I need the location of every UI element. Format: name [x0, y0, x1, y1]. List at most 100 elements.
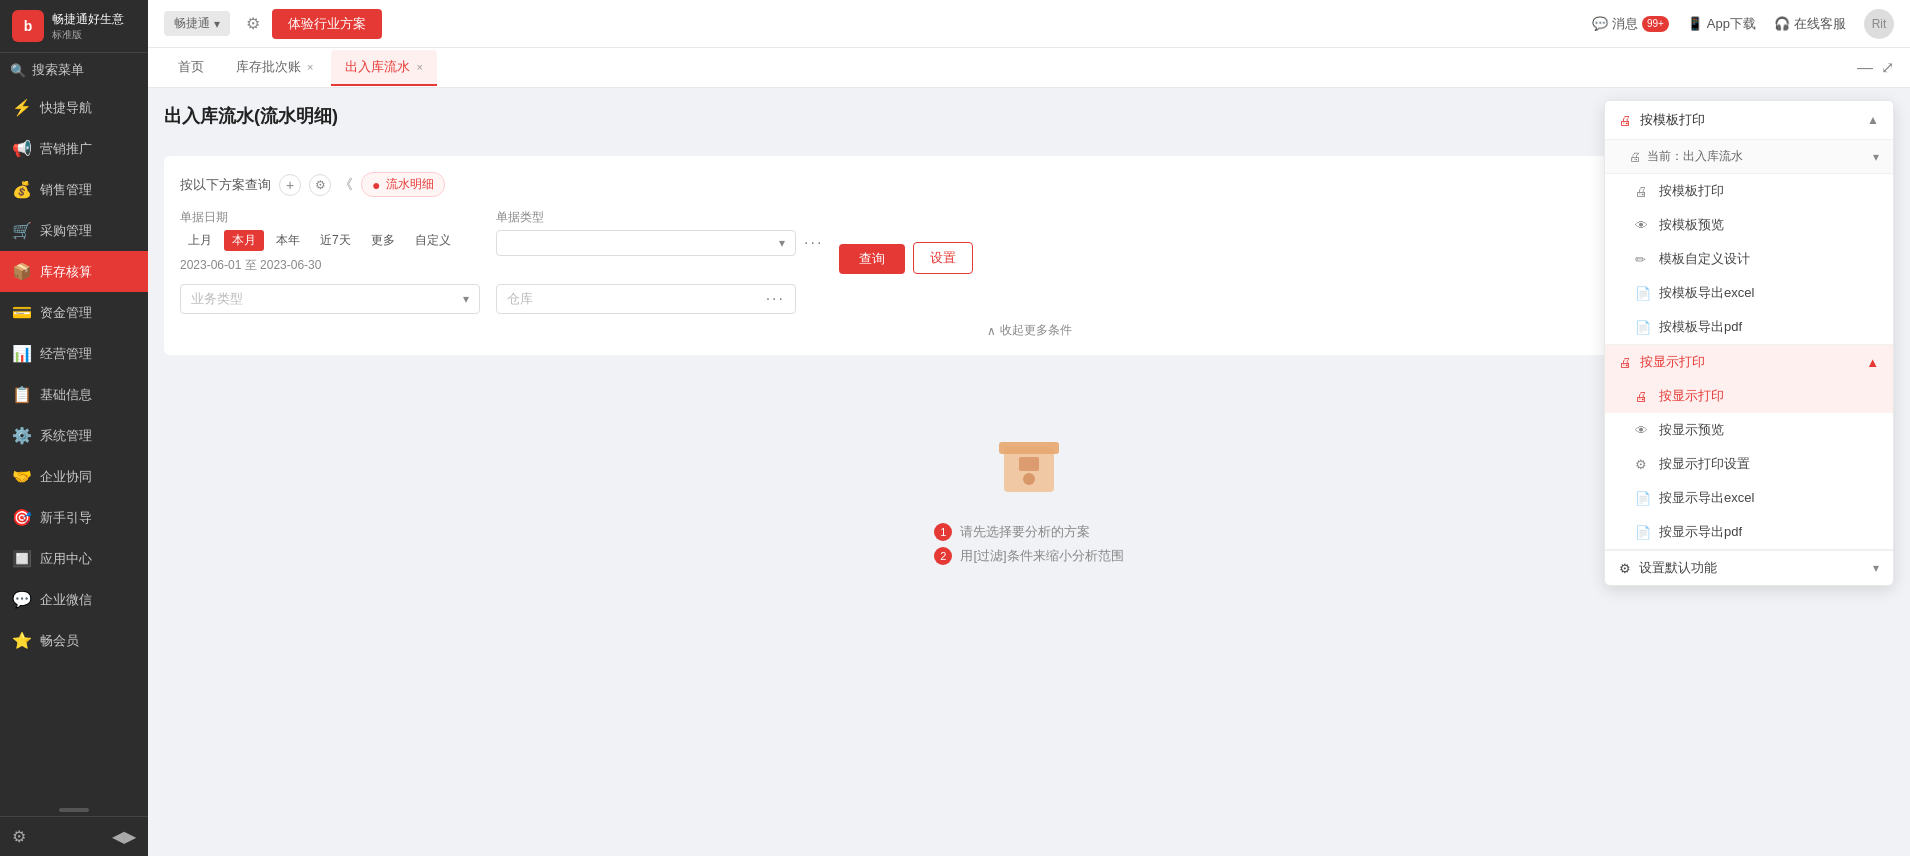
operations-icon: 📊: [12, 344, 32, 363]
doctype-label: 单据类型: [496, 209, 823, 226]
filter-group-doctype: 单据类型 ▾ ···: [496, 209, 823, 256]
display-settings-icon: ⚙: [1635, 457, 1651, 472]
sidebar-item-system[interactable]: ⚙️ 系统管理: [0, 415, 148, 456]
online-service-button[interactable]: 🎧 在线客服: [1774, 15, 1846, 33]
sidebar-item-purchase[interactable]: 🛒 采购管理: [0, 210, 148, 251]
display-pdf-icon: 📄: [1635, 525, 1651, 540]
display-excel-icon: 📄: [1635, 491, 1651, 506]
app-download-icon: 📱: [1687, 16, 1703, 31]
dropdown-item-template-print[interactable]: 🖨 按模板打印: [1605, 174, 1893, 208]
chip-icon: ●: [372, 177, 380, 193]
dropdown-header: 🖨 按模板打印 ▲: [1605, 101, 1893, 140]
sidebar-item-guide[interactable]: 🎯 新手引导: [0, 497, 148, 538]
system-icon: ⚙️: [12, 426, 32, 445]
dropdown-item-template-export-pdf[interactable]: 📄 按模板导出pdf: [1605, 310, 1893, 344]
display-preview-icon: 👁: [1635, 423, 1651, 438]
plus-icon: +: [286, 177, 294, 193]
purchase-icon: 🛒: [12, 221, 32, 240]
template-custom-icon: ✏: [1635, 252, 1651, 267]
svg-rect-2: [1019, 457, 1039, 471]
settings-button[interactable]: 设置: [913, 242, 973, 274]
dropdown-item-template-export-excel[interactable]: 📄 按模板导出excel: [1605, 276, 1893, 310]
tab-inventory-batch[interactable]: 库存批次账 ×: [222, 50, 327, 86]
dropdown-collapse-icon[interactable]: ▲: [1867, 113, 1879, 127]
svg-rect-1: [999, 442, 1059, 454]
query-button[interactable]: 查询: [839, 244, 905, 274]
sidebar-item-corp[interactable]: 🤝 企业协同: [0, 456, 148, 497]
date-tab-current-year[interactable]: 本年: [268, 230, 308, 251]
filter-label: 按以下方案查询: [180, 176, 271, 194]
sub-header-icon: 🖨: [1629, 150, 1641, 164]
dropdown-item-display-preview[interactable]: 👁 按显示预览: [1605, 413, 1893, 447]
messages-button[interactable]: 💬 消息 99+: [1592, 15, 1669, 33]
sidebar-item-shortcut[interactable]: ⚡ 快捷导航: [0, 87, 148, 128]
sidebar-item-marketing[interactable]: 📢 营销推广: [0, 128, 148, 169]
tab-home[interactable]: 首页: [164, 50, 218, 86]
sidebar-item-wechat[interactable]: 💬 企业微信: [0, 579, 148, 620]
dropdown-item-display-export-excel[interactable]: 📄 按显示导出excel: [1605, 481, 1893, 515]
minimize-btn[interactable]: —: [1857, 59, 1873, 77]
dropdown-item-template-preview[interactable]: 👁 按模板预览: [1605, 208, 1893, 242]
inventory-icon: 📦: [12, 262, 32, 281]
filter-chip-flow[interactable]: ● 流水明细: [361, 172, 445, 197]
sidebar-item-apps[interactable]: 🔲 应用中心: [0, 538, 148, 579]
filter-group-biztype: 业务类型 ▾: [180, 284, 480, 314]
biztype-arrow: ▾: [463, 292, 469, 306]
date-tab-current-month[interactable]: 本月: [224, 230, 264, 251]
biztype-select[interactable]: 业务类型 ▾: [180, 284, 480, 314]
warehouse-select[interactable]: 仓库 ···: [496, 284, 796, 314]
dropdown-footer-settings[interactable]: ⚙ 设置默认功能 ▾: [1605, 550, 1893, 585]
sales-icon: 💰: [12, 180, 32, 199]
template-pdf-icon: 📄: [1635, 320, 1651, 335]
settings-icon[interactable]: ⚙: [12, 827, 26, 846]
account-selector[interactable]: 畅捷通 ▾: [164, 11, 230, 36]
date-tab-more[interactable]: 更多: [363, 230, 403, 251]
empty-illustration: [989, 427, 1069, 507]
display-section-arrow: ▲: [1866, 355, 1879, 370]
sidebar-item-member[interactable]: ⭐ 畅会员: [0, 620, 148, 661]
search-icon: 🔍: [10, 63, 26, 78]
member-icon: ⭐: [12, 631, 32, 650]
sidebar-item-operations[interactable]: 📊 经营管理: [0, 333, 148, 374]
doctype-select[interactable]: ▾: [496, 230, 796, 256]
date-tab-custom[interactable]: 自定义: [407, 230, 459, 251]
corp-icon: 🤝: [12, 467, 32, 486]
dropdown-item-display-print[interactable]: 🖨 按显示打印: [1605, 379, 1893, 413]
tab-inventory-flow-close[interactable]: ×: [416, 61, 422, 73]
filter-collapse-button[interactable]: 《: [339, 176, 353, 194]
collapse-sidebar-icon[interactable]: ◀▶: [112, 827, 136, 846]
main-content: 畅捷通 ▾ ⚙ 体验行业方案 💬 消息 99+ 📱 App下载 🎧 在线客服 R…: [148, 0, 1910, 856]
industry-solution-button[interactable]: 体验行业方案: [272, 9, 382, 39]
sidebar-item-finance[interactable]: 💳 资金管理: [0, 292, 148, 333]
user-avatar[interactable]: Rit: [1864, 9, 1894, 39]
dropdown-item-template-custom[interactable]: ✏ 模板自定义设计: [1605, 242, 1893, 276]
date-tab-last-month[interactable]: 上月: [180, 230, 220, 251]
sidebar-item-sales[interactable]: 💰 销售管理: [0, 169, 148, 210]
sidebar-item-inventory[interactable]: 📦 库存核算: [0, 251, 148, 292]
dropdown-item-display-print-settings[interactable]: ⚙ 按显示打印设置: [1605, 447, 1893, 481]
date-tabs: 上月 本月 本年 近7天 更多 自定义: [180, 230, 480, 251]
template-excel-icon: 📄: [1635, 286, 1651, 301]
step-num-2: 2: [934, 547, 952, 565]
online-service-icon: 🎧: [1774, 16, 1790, 31]
basic-icon: 📋: [12, 385, 32, 404]
search-menu-item[interactable]: 🔍 搜索菜单: [0, 53, 148, 87]
filter-add-button[interactable]: +: [279, 174, 301, 196]
tab-inventory-flow[interactable]: 出入库流水 ×: [331, 50, 436, 86]
tabs-controls: — ⤢: [1857, 58, 1894, 77]
maximize-btn[interactable]: ⤢: [1881, 58, 1894, 77]
sidebar-item-basic[interactable]: 📋 基础信息: [0, 374, 148, 415]
dropdown-section-display[interactable]: 🖨 按显示打印 ▲: [1605, 345, 1893, 379]
doctype-more-button[interactable]: ···: [804, 234, 823, 252]
marketing-icon: 📢: [12, 139, 32, 158]
app-download-button[interactable]: 📱 App下载: [1687, 15, 1756, 33]
dropdown-item-display-export-pdf[interactable]: 📄 按显示导出pdf: [1605, 515, 1893, 549]
warehouse-more-icon: ···: [766, 290, 785, 308]
collapse-up-icon: ∧: [987, 324, 996, 338]
topbar-gear-icon[interactable]: ⚙: [246, 14, 260, 33]
template-print-icon: 🖨: [1635, 184, 1651, 199]
filter-settings-button[interactable]: ⚙: [309, 174, 331, 196]
date-tab-last-7-days[interactable]: 近7天: [312, 230, 359, 251]
empty-steps: 1 请先选择要分析的方案 2 用[过滤]条件来缩小分析范围: [934, 523, 1123, 571]
tab-inventory-batch-close[interactable]: ×: [307, 61, 313, 73]
